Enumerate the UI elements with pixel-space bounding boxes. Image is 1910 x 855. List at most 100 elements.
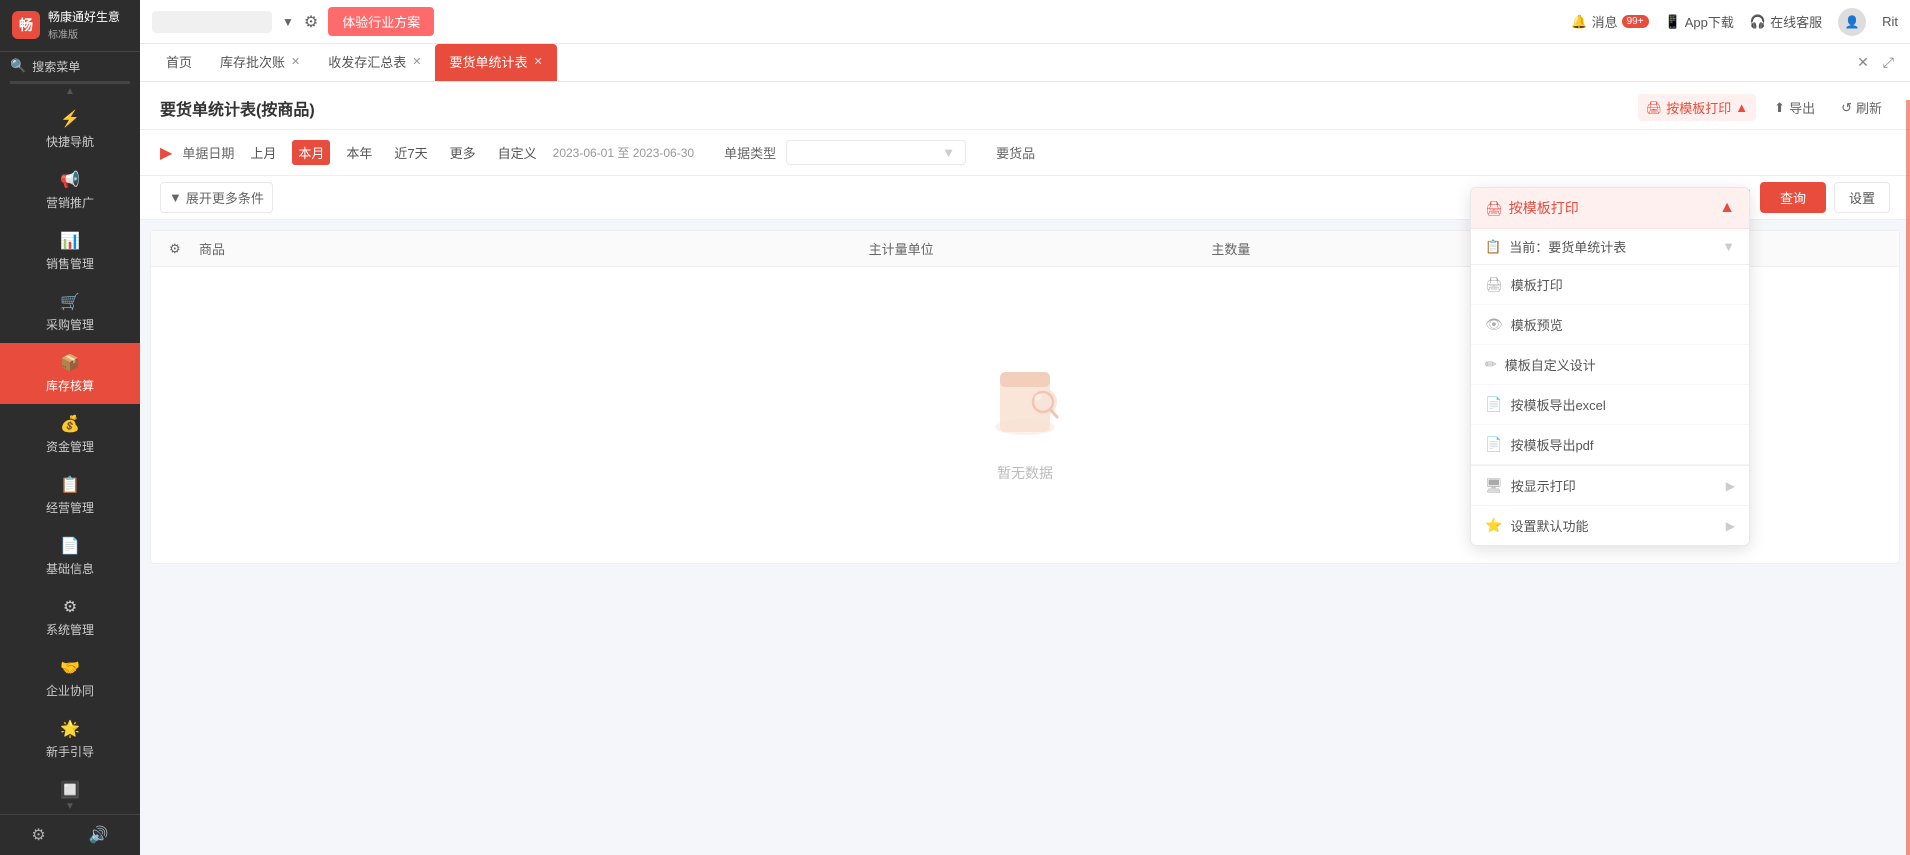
appstore-icon: 🔲 bbox=[60, 780, 80, 799]
tab-close-all-icon[interactable]: ✕ bbox=[1853, 52, 1873, 73]
user-name: Rit bbox=[1882, 14, 1898, 29]
date-btn-more[interactable]: 更多 bbox=[444, 140, 482, 165]
tab-close-order-stats[interactable]: ✕ bbox=[534, 55, 543, 68]
th-product: 商品 bbox=[191, 239, 861, 258]
tab-inventory-batch[interactable]: 库存批次账 ✕ bbox=[206, 44, 314, 81]
printer-popup-icon: 🖨 bbox=[1485, 200, 1503, 217]
user-avatar[interactable]: 👤 bbox=[1838, 8, 1866, 36]
date-btn-this-year[interactable]: 本年 bbox=[340, 140, 378, 165]
tab-expand-icon[interactable]: ⤢ bbox=[1879, 52, 1898, 73]
date-btn-custom[interactable]: 自定义 bbox=[492, 140, 543, 165]
th-settings[interactable]: ⚙ bbox=[161, 241, 191, 257]
tab-order-stats[interactable]: 要货单统计表 ✕ bbox=[435, 44, 556, 81]
quick-nav-icon: ⚡ bbox=[60, 109, 80, 129]
dropdown-item-export-excel[interactable]: 📄 按模板导出excel bbox=[1471, 385, 1749, 425]
export-btn[interactable]: ⬆ 导出 bbox=[1766, 94, 1823, 121]
date-btn-this-month[interactable]: 本月 bbox=[292, 140, 330, 165]
date-range-display: 2023-06-01 至 2023-06-30 bbox=[553, 144, 694, 161]
settings-bottom-icon[interactable]: ⚙ bbox=[31, 825, 45, 845]
order-type-label: 单据类型 bbox=[724, 143, 776, 162]
sidebar-item-marketing[interactable]: 📢 营销推广 bbox=[0, 160, 140, 221]
system-icon: ⚙ bbox=[63, 597, 77, 617]
sidebar-item-operations[interactable]: 📋 经营管理 bbox=[0, 465, 140, 526]
dropdown-popup-header: 🖨 按模板打印 ▲ bbox=[1471, 188, 1749, 229]
finance-icon: 💰 bbox=[60, 414, 80, 434]
order-type-select[interactable]: ▼ bbox=[786, 140, 966, 165]
refresh-icon: ↺ bbox=[1841, 100, 1852, 116]
messages-btn[interactable]: 🔔 消息 99+ bbox=[1571, 12, 1648, 31]
filter-expand-icon[interactable]: ▶ bbox=[160, 143, 172, 163]
tab-close-inventory-batch[interactable]: ✕ bbox=[291, 55, 300, 68]
resize-handle[interactable] bbox=[1906, 100, 1910, 855]
tab-home[interactable]: 首页 bbox=[152, 44, 206, 81]
template-preview-icon: 👁 bbox=[1485, 316, 1503, 333]
th-unit: 主计量单位 bbox=[861, 239, 1204, 258]
dropdown-close-btn[interactable]: ▲ bbox=[1719, 199, 1735, 217]
sidebar-item-inventory[interactable]: 📦 库存核算 bbox=[0, 343, 140, 404]
dropdown-item-export-pdf[interactable]: 📄 按模板导出pdf bbox=[1471, 425, 1749, 465]
dropdown-item-template-print[interactable]: 🖨 模板打印 bbox=[1471, 265, 1749, 305]
sidebar-logo: 畅 畅康通好生意 标准版 bbox=[0, 0, 140, 52]
topbar-search-input[interactable] bbox=[152, 11, 272, 33]
trial-btn[interactable]: 体验行业方案 bbox=[328, 7, 434, 36]
refresh-btn[interactable]: ↺ 刷新 bbox=[1833, 94, 1890, 121]
dropdown-sub-section: 🖥 按显示打印 ▶ ⭐ 设置默认功能 ▶ bbox=[1471, 465, 1749, 545]
search-menu-btn[interactable]: 🔍 搜索菜单 bbox=[0, 52, 140, 81]
settings-btn[interactable]: 设置 bbox=[1834, 182, 1890, 213]
topbar-settings-icon[interactable]: ⚙ bbox=[304, 12, 318, 32]
template-print-icon: 🖨 bbox=[1485, 276, 1503, 293]
online-service-btn[interactable]: 🎧 在线客服 bbox=[1750, 12, 1822, 31]
dropdown-item-display-print[interactable]: 🖥 按显示打印 ▶ bbox=[1471, 466, 1749, 506]
tabs-bar: 首页 库存批次账 ✕ 收发存汇总表 ✕ 要货单统计表 ✕ ✕ ⤢ bbox=[140, 44, 1910, 82]
sales-icon: 📊 bbox=[60, 231, 80, 251]
sidebar-bottom: ⚙ 🔊 bbox=[0, 814, 140, 855]
dropdown-item-default-func[interactable]: ⭐ 设置默认功能 ▶ bbox=[1471, 506, 1749, 545]
marketing-icon: 📢 bbox=[60, 170, 80, 190]
sidebar-item-system[interactable]: ⚙ 系统管理 bbox=[0, 587, 140, 648]
default-func-arrow: ▶ bbox=[1726, 519, 1735, 533]
sidebar-item-appstore[interactable]: 🔲 应用中心 bbox=[0, 770, 140, 799]
display-print-arrow: ▶ bbox=[1726, 479, 1735, 493]
topbar: ▼ ⚙ 体验行业方案 🔔 消息 99+ 📱 App下载 🎧 在线客服 👤 Rit bbox=[140, 0, 1910, 44]
tab-close-income-summary[interactable]: ✕ bbox=[412, 55, 421, 68]
cooperation-icon: 🤝 bbox=[60, 658, 80, 678]
date-btn-7days[interactable]: 近7天 bbox=[388, 140, 433, 165]
filter-bar: ▶ 单据日期 上月 本月 本年 近7天 更多 自定义 2023-06-01 至 … bbox=[140, 130, 1910, 176]
dropdown-item-template-custom[interactable]: ✏ 模板自定义设计 bbox=[1471, 345, 1749, 385]
empty-state-illustration bbox=[975, 347, 1075, 447]
sidebar-item-basic[interactable]: 📄 基础信息 bbox=[0, 526, 140, 587]
sidebar-item-cooperation[interactable]: 🤝 企业协同 bbox=[0, 648, 140, 709]
newbie-icon: 🌟 bbox=[60, 719, 80, 739]
avatar-icon: 👤 bbox=[1845, 15, 1860, 29]
empty-text: 暂无数据 bbox=[997, 463, 1053, 483]
current-template-icon: 📋 bbox=[1485, 239, 1501, 255]
export-pdf-icon: 📄 bbox=[1485, 436, 1502, 453]
order-goods-label: 要货品 bbox=[996, 143, 1035, 162]
current-template-item[interactable]: 📋 当前：要货单统计表 ▼ bbox=[1471, 229, 1749, 265]
app-download-btn[interactable]: 📱 App下载 bbox=[1665, 12, 1734, 31]
sidebar-item-sales[interactable]: 📊 销售管理 bbox=[0, 221, 140, 282]
sidebar-item-finance[interactable]: 💰 资金管理 bbox=[0, 404, 140, 465]
inventory-icon: 📦 bbox=[60, 353, 80, 373]
tabs-right-controls: ✕ ⤢ bbox=[1853, 52, 1898, 73]
sidebar-scroll-up[interactable]: ▲ bbox=[0, 84, 140, 99]
tab-income-summary[interactable]: 收发存汇总表 ✕ bbox=[314, 44, 435, 81]
date-btn-last-month[interactable]: 上月 bbox=[244, 140, 282, 165]
print-template-btn[interactable]: 🖨 按模板打印 ▲ bbox=[1638, 94, 1756, 121]
search-menu-icon: 🔍 bbox=[10, 58, 26, 74]
sidebar-item-purchase[interactable]: 🛒 采购管理 bbox=[0, 282, 140, 343]
sidebar-scroll-down[interactable]: ▼ bbox=[0, 799, 140, 814]
sidebar-nav: ⚡ 快捷导航 📢 营销推广 📊 销售管理 🛒 采购管理 📦 库存核算 💰 资金管… bbox=[0, 99, 140, 799]
export-excel-icon: 📄 bbox=[1485, 396, 1502, 413]
default-func-icon: ⭐ bbox=[1485, 517, 1502, 534]
query-btn[interactable]: 查询 bbox=[1760, 182, 1826, 213]
sidebar-item-quick-nav[interactable]: ⚡ 快捷导航 bbox=[0, 99, 140, 160]
speaker-icon[interactable]: 🔊 bbox=[89, 825, 109, 845]
dropdown-item-template-preview[interactable]: 👁 模板预览 bbox=[1471, 305, 1749, 345]
expand-conditions-btn[interactable]: ▼ 展开更多条件 bbox=[160, 182, 273, 213]
display-print-icon: 🖥 bbox=[1485, 477, 1503, 494]
topbar-dropdown-arrow[interactable]: ▼ bbox=[282, 15, 294, 29]
topbar-right: 🔔 消息 99+ 📱 App下载 🎧 在线客服 👤 Rit bbox=[1571, 8, 1898, 36]
sidebar-item-newbie[interactable]: 🌟 新手引导 bbox=[0, 709, 140, 770]
bell-icon: 🔔 bbox=[1571, 14, 1587, 30]
